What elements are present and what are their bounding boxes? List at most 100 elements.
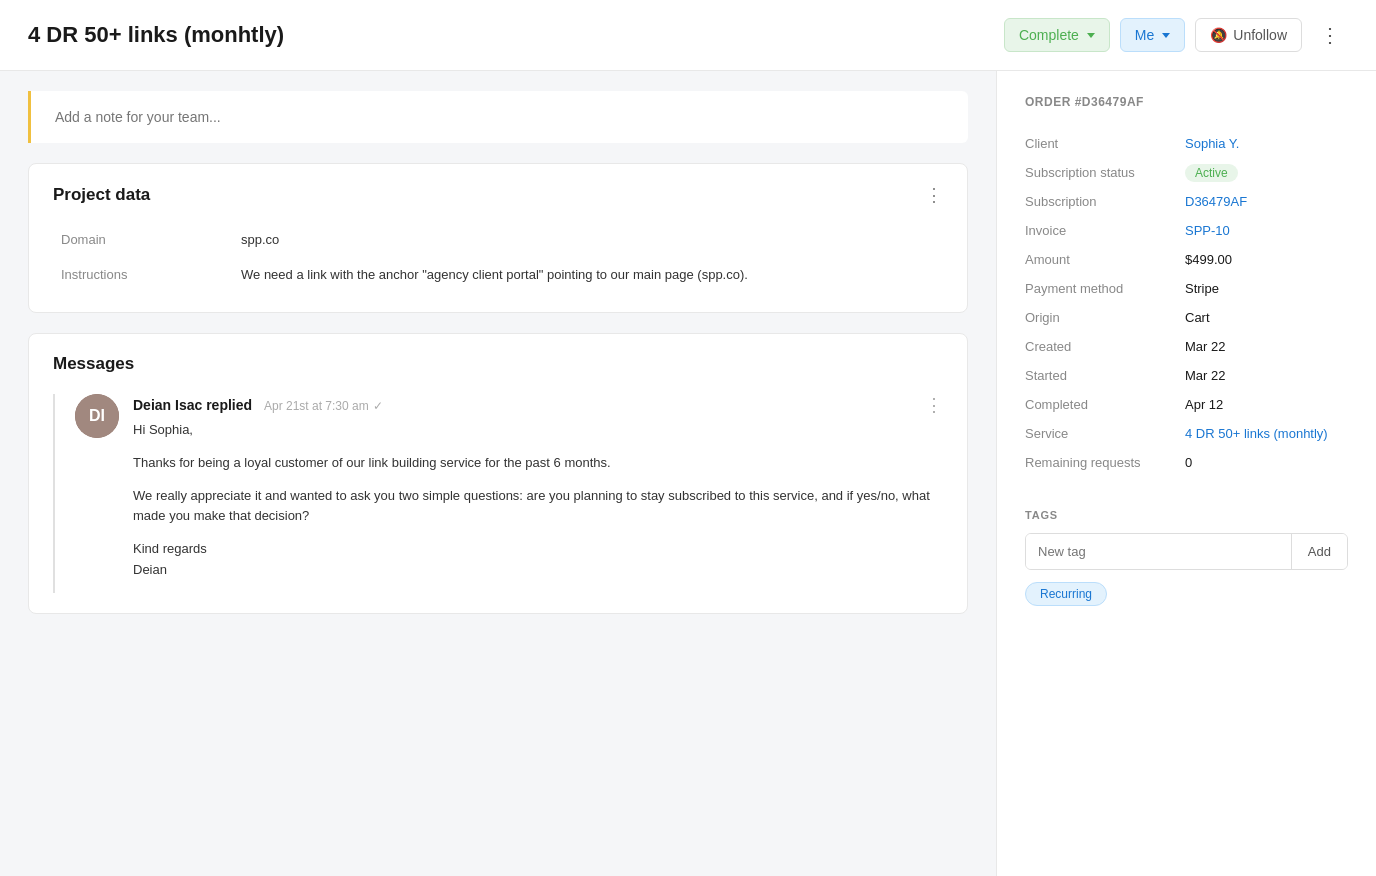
- table-row: Service 4 DR 50+ links (monhtly): [1025, 419, 1348, 448]
- invoice-link[interactable]: SPP-10: [1185, 223, 1230, 238]
- page-title: 4 DR 50+ links (monhtly): [28, 22, 284, 48]
- message-line: We really appreciate it and wanted to as…: [133, 486, 943, 528]
- bell-slash-icon: 🔕: [1210, 27, 1227, 43]
- subscription-link[interactable]: D36479AF: [1185, 194, 1247, 209]
- tags-chips-container: Recurring: [1025, 582, 1348, 606]
- table-row: Invoice SPP-10: [1025, 216, 1348, 245]
- tags-section: TAGS Add Recurring: [1025, 509, 1348, 606]
- status-badge: Active: [1185, 164, 1238, 182]
- header: 4 DR 50+ links (monhtly) Complete Me 🔕 U…: [0, 0, 1376, 71]
- client-link[interactable]: Sophia Y.: [1185, 136, 1239, 151]
- unfollow-label: Unfollow: [1233, 27, 1287, 43]
- left-panel: Project data ⋮ Domain spp.co Instruction…: [0, 71, 996, 876]
- tag-input-row: Add: [1025, 533, 1348, 570]
- field-value: Sophia Y.: [1185, 129, 1348, 158]
- project-data-header: Project data ⋮: [53, 184, 943, 206]
- table-row: Domain spp.co: [53, 222, 943, 257]
- me-label: Me: [1135, 27, 1154, 43]
- message-line: Thanks for being a loyal customer of our…: [133, 453, 943, 474]
- vertical-dots-icon: ⋮: [925, 185, 943, 205]
- order-id: ORDER #D36479AF: [1025, 95, 1348, 109]
- new-tag-input[interactable]: [1026, 534, 1291, 569]
- chevron-down-icon: [1162, 33, 1170, 38]
- complete-label: Complete: [1019, 27, 1079, 43]
- field-value: Mar 22: [1185, 361, 1348, 390]
- tags-label: TAGS: [1025, 509, 1348, 521]
- message-read-icon: ✓: [373, 399, 383, 413]
- field-label: Amount: [1025, 245, 1185, 274]
- unfollow-button[interactable]: 🔕 Unfollow: [1195, 18, 1302, 52]
- table-row: Subscription D36479AF: [1025, 187, 1348, 216]
- field-label: Service: [1025, 419, 1185, 448]
- messages-title: Messages: [53, 354, 943, 374]
- message-item: DI Deian Isac replied Apr 21st at 7:30 a…: [75, 394, 943, 593]
- chevron-down-icon: [1087, 33, 1095, 38]
- header-actions: Complete Me 🔕 Unfollow ⋮: [1004, 18, 1348, 52]
- more-options-button[interactable]: ⋮: [1312, 19, 1348, 51]
- table-row: Started Mar 22: [1025, 361, 1348, 390]
- table-row: Client Sophia Y.: [1025, 129, 1348, 158]
- table-row: Instructions We need a link with the anc…: [53, 257, 943, 292]
- table-row: Amount $499.00: [1025, 245, 1348, 274]
- message-content: Deian Isac replied Apr 21st at 7:30 am ✓…: [133, 394, 943, 593]
- vertical-dots-icon: ⋮: [1320, 24, 1340, 46]
- message-more-button[interactable]: ⋮: [925, 394, 943, 416]
- field-label: Subscription status: [1025, 158, 1185, 187]
- table-row: Completed Apr 12: [1025, 390, 1348, 419]
- field-label: Subscription: [1025, 187, 1185, 216]
- domain-label: Domain: [53, 222, 233, 257]
- field-label: Remaining requests: [1025, 448, 1185, 477]
- field-value: 0: [1185, 448, 1348, 477]
- field-label: Completed: [1025, 390, 1185, 419]
- table-row: Origin Cart: [1025, 303, 1348, 332]
- field-value: $499.00: [1185, 245, 1348, 274]
- tag-chip[interactable]: Recurring: [1025, 582, 1107, 606]
- project-data-title: Project data: [53, 185, 150, 205]
- note-input-wrapper: [28, 91, 968, 143]
- field-label: Payment method: [1025, 274, 1185, 303]
- instructions-label: Instructions: [53, 257, 233, 292]
- message-thread: DI Deian Isac replied Apr 21st at 7:30 a…: [53, 394, 943, 593]
- table-row: Remaining requests 0: [1025, 448, 1348, 477]
- field-value: Mar 22: [1185, 332, 1348, 361]
- field-value: Apr 12: [1185, 390, 1348, 419]
- field-label: Invoice: [1025, 216, 1185, 245]
- field-label: Started: [1025, 361, 1185, 390]
- avatar: DI: [75, 394, 119, 438]
- table-row: Created Mar 22: [1025, 332, 1348, 361]
- field-value: Cart: [1185, 303, 1348, 332]
- right-panel: ORDER #D36479AF Client Sophia Y. Subscri…: [996, 71, 1376, 876]
- field-label: Client: [1025, 129, 1185, 158]
- message-timestamp: Apr 21st at 7:30 am: [264, 399, 369, 413]
- note-input[interactable]: [47, 91, 968, 143]
- field-value: Stripe: [1185, 274, 1348, 303]
- domain-value: spp.co: [233, 222, 943, 257]
- field-value: SPP-10: [1185, 216, 1348, 245]
- project-data-more-button[interactable]: ⋮: [925, 184, 943, 206]
- app-container: 4 DR 50+ links (monhtly) Complete Me 🔕 U…: [0, 0, 1376, 876]
- avatar-initials: DI: [75, 394, 119, 438]
- table-row: Payment method Stripe: [1025, 274, 1348, 303]
- instructions-value: We need a link with the anchor "agency c…: [233, 257, 943, 292]
- main-layout: Project data ⋮ Domain spp.co Instruction…: [0, 71, 1376, 876]
- order-details-table: Client Sophia Y. Subscription status Act…: [1025, 129, 1348, 477]
- message-meta: Deian Isac replied Apr 21st at 7:30 am ✓: [133, 397, 383, 413]
- field-value: Active: [1185, 158, 1348, 187]
- message-body: Hi Sophia, Thanks for being a loyal cust…: [133, 420, 943, 581]
- field-label: Origin: [1025, 303, 1185, 332]
- me-button[interactable]: Me: [1120, 18, 1185, 52]
- project-data-card: Project data ⋮ Domain spp.co Instruction…: [28, 163, 968, 313]
- field-value: D36479AF: [1185, 187, 1348, 216]
- message-header-row: Deian Isac replied Apr 21st at 7:30 am ✓…: [133, 394, 943, 416]
- project-data-table: Domain spp.co Instructions We need a lin…: [53, 222, 943, 292]
- complete-button[interactable]: Complete: [1004, 18, 1110, 52]
- field-label: Created: [1025, 332, 1185, 361]
- service-link[interactable]: 4 DR 50+ links (monhtly): [1185, 426, 1328, 441]
- message-author: Deian Isac replied: [133, 397, 252, 413]
- messages-section: Messages DI Deian Isac replied Apr 21st …: [28, 333, 968, 614]
- field-value: 4 DR 50+ links (monhtly): [1185, 419, 1348, 448]
- add-tag-button[interactable]: Add: [1291, 534, 1347, 569]
- message-line: Kind regardsDeian: [133, 539, 943, 581]
- message-line: Hi Sophia,: [133, 420, 943, 441]
- table-row: Subscription status Active: [1025, 158, 1348, 187]
